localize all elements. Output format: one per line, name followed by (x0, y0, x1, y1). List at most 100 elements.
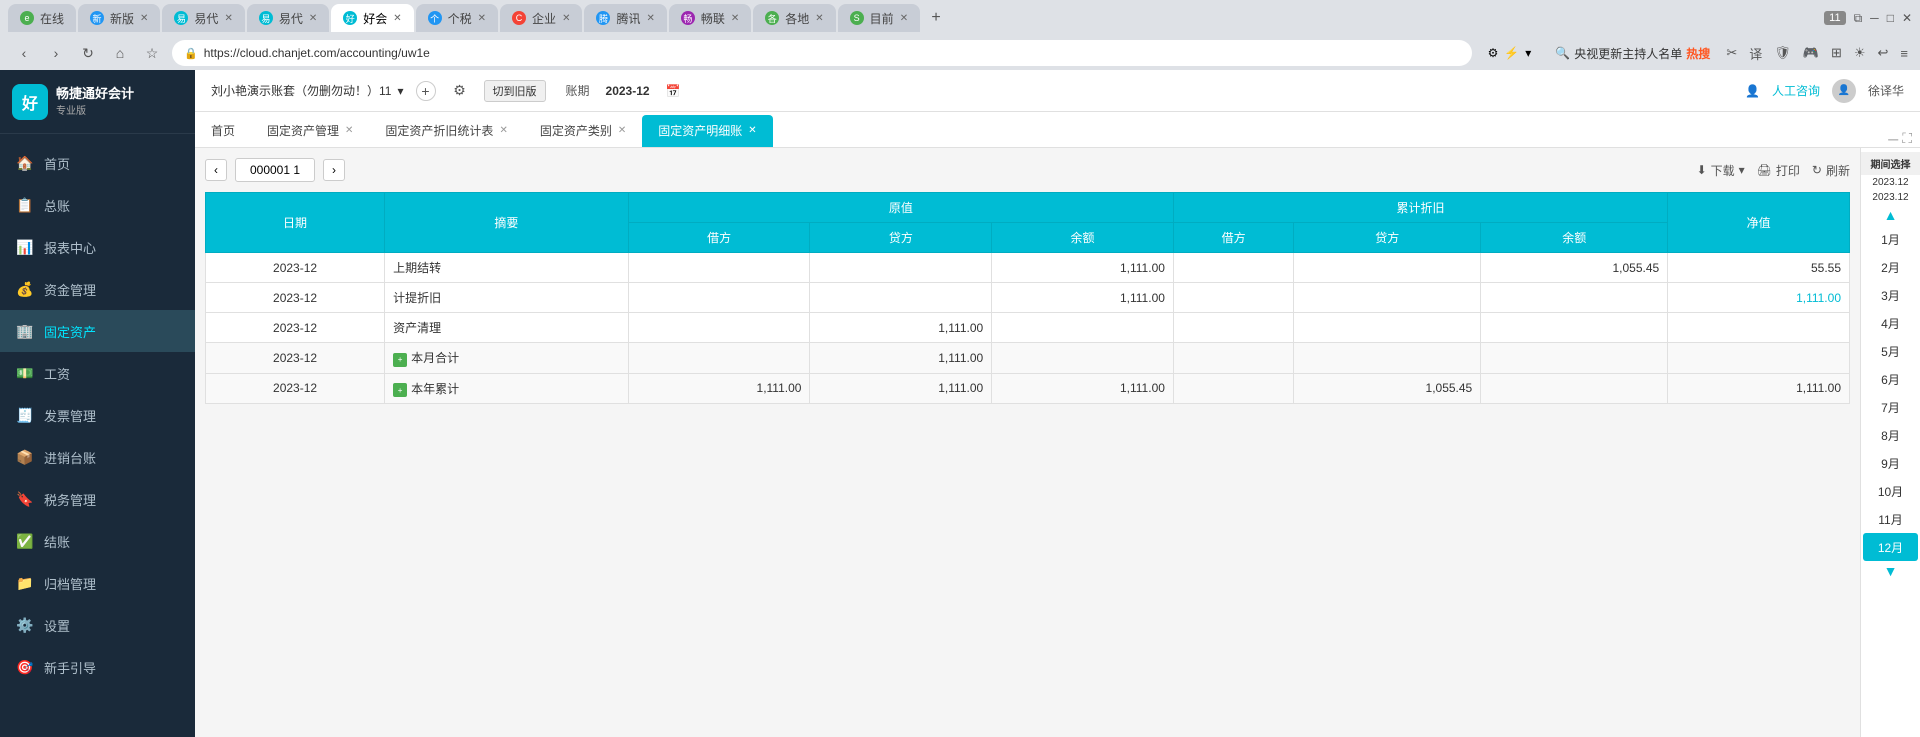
forward-button[interactable]: › (44, 41, 68, 65)
sidebar-item-payroll[interactable]: 💵 工资 (0, 352, 195, 394)
sidebar-item-tax[interactable]: 🔖 税务管理 (0, 478, 195, 520)
tab-home[interactable]: 首页 (195, 115, 251, 147)
period-month-2[interactable]: 2月 (1861, 253, 1920, 281)
tab-close-gedi[interactable]: ✕ (815, 13, 823, 24)
browser-restore-icon[interactable]: ⧉ (1854, 11, 1863, 26)
home-button[interactable]: ⌂ (108, 41, 132, 65)
history-icon[interactable]: ↩ (1878, 45, 1889, 61)
tab-fixed-asset-management[interactable]: 固定资产管理 ✕ (251, 115, 369, 147)
sidebar-item-sales[interactable]: 📦 进销台账 (0, 436, 195, 478)
period-month-3[interactable]: 3月 (1861, 281, 1920, 309)
tab-asset-category[interactable]: 固定资产类别 ✕ (524, 115, 642, 147)
browser-tab-tengxun[interactable]: 腾 腾讯 ✕ (584, 4, 666, 32)
tab-depreciation-stats[interactable]: 固定资产折旧统计表 ✕ (369, 115, 523, 147)
tab-asset-detail-ledger[interactable]: 固定资产明细账 ✕ (642, 115, 772, 147)
tab-asset-detail-ledger-close[interactable]: ✕ (748, 125, 756, 136)
period-month-9[interactable]: 9月 (1861, 449, 1920, 477)
header-right: 👤 人工咨询 👤 徐译华 (1745, 79, 1904, 103)
tab-close-geshui[interactable]: ✕ (478, 13, 486, 24)
browser-tab-online[interactable]: e 在线 (8, 4, 76, 32)
period-month-5[interactable]: 5月 (1861, 337, 1920, 365)
period-scroll-up[interactable]: ▲ (1861, 205, 1920, 225)
period-month-10[interactable]: 10月 (1861, 477, 1920, 505)
period-month-6[interactable]: 6月 (1861, 365, 1920, 393)
reload-button[interactable]: ↻ (76, 41, 100, 65)
brightness-icon[interactable]: ☀ (1854, 45, 1866, 61)
sidebar-item-reports[interactable]: 📊 报表中心 (0, 226, 195, 268)
back-button[interactable]: ‹ (12, 41, 36, 65)
browser-tab-yidai1[interactable]: 易 易代 ✕ (162, 4, 244, 32)
tab-close-new[interactable]: ✕ (140, 13, 148, 24)
add-account-button[interactable]: + (416, 81, 436, 101)
browser-tab-gedi[interactable]: 各 各地 ✕ (753, 4, 835, 32)
customer-service-text[interactable]: 人工咨询 (1772, 82, 1820, 99)
bookmark-button[interactable]: ☆ (140, 41, 164, 65)
translate-icon[interactable]: 译 (1749, 44, 1762, 63)
period-edit-icon[interactable]: 📅 (666, 84, 681, 98)
tab-close-muqian[interactable]: ✕ (900, 13, 908, 24)
settings-small-icon[interactable]: ⚙ (448, 79, 472, 103)
game-icon[interactable]: 🎮 (1803, 45, 1819, 61)
tab-close-qiye[interactable]: ✕ (562, 13, 570, 24)
expand-panel-icon[interactable]: ⛶ (1902, 130, 1912, 147)
sidebar-item-guide[interactable]: 🎯 新手引导 (0, 646, 195, 688)
browser-maximize-icon[interactable]: □ (1887, 11, 1894, 25)
period-month-12[interactable]: 12月 (1863, 533, 1918, 561)
cell-dep-debit (1173, 253, 1293, 283)
period-month-8[interactable]: 8月 (1861, 421, 1920, 449)
dropdown-icon[interactable]: ▾ (1525, 46, 1531, 60)
sidebar-item-home[interactable]: 🏠 首页 (0, 142, 195, 184)
sidebar-item-ledger[interactable]: 📋 总账 (0, 184, 195, 226)
shield-icon[interactable]: 🛡 (1774, 45, 1791, 61)
tab-close-chang[interactable]: ✕ (731, 13, 739, 24)
tab-depreciation-stats-close[interactable]: ✕ (499, 125, 507, 136)
browser-close-icon[interactable]: ✕ (1902, 11, 1912, 25)
browser-tab-qiye[interactable]: C 企业 ✕ (500, 4, 582, 32)
search-area[interactable]: 🔍 央视更新主持人名单 热搜 (1555, 45, 1710, 62)
grid-icon[interactable]: ⊞ (1831, 45, 1842, 61)
prev-page-button[interactable]: ‹ (205, 159, 227, 181)
sidebar-item-fixed-assets[interactable]: 🏢 固定资产 (0, 310, 195, 352)
sidebar-item-close[interactable]: ✅ 结账 (0, 520, 195, 562)
tab-asset-category-close[interactable]: ✕ (618, 125, 626, 136)
minimize-panel-icon[interactable]: ─ (1888, 131, 1898, 147)
period-month-1[interactable]: 1月 (1861, 225, 1920, 253)
browser-tab-geshui[interactable]: 个 个税 ✕ (416, 4, 498, 32)
period-month-11[interactable]: 11月 (1861, 505, 1920, 533)
browser-tab-chang[interactable]: 畅 畅联 ✕ (669, 4, 751, 32)
sidebar-item-funds[interactable]: 💰 资金管理 (0, 268, 195, 310)
tab-close-yidai1[interactable]: ✕ (224, 13, 232, 24)
next-page-button[interactable]: › (323, 159, 345, 181)
new-tab-button[interactable]: + (922, 4, 950, 32)
address-input[interactable]: 🔒 https://cloud.chanjet.com/accounting/u… (172, 40, 1472, 66)
browser-tab-muqian[interactable]: S 目前 ✕ (838, 4, 920, 32)
sidebar-item-invoice[interactable]: 🧾 发票管理 (0, 394, 195, 436)
print-button[interactable]: 🖨 打印 (1757, 162, 1800, 179)
tab-close-yidai2[interactable]: ✕ (309, 13, 317, 24)
menu-icon[interactable]: ≡ (1900, 46, 1908, 61)
tab-close-tengxun[interactable]: ✕ (646, 13, 654, 24)
page-code-input[interactable]: 000001 1 (235, 158, 315, 182)
refresh-button[interactable]: ↻ 刷新 (1812, 162, 1850, 179)
user-info[interactable]: 刘小艳演示账套（勿删勿动！）11 ▾ (211, 82, 404, 99)
user-dropdown-icon[interactable]: ▾ (397, 84, 403, 98)
user-avatar[interactable]: 👤 (1832, 79, 1856, 103)
switch-version-button[interactable]: 切到旧版 (484, 80, 546, 102)
sidebar-logo: 好 畅捷通好会计 专业版 (0, 70, 195, 134)
download-button[interactable]: ⬇ 下载 ▾ (1697, 162, 1745, 179)
browser-tab-new[interactable]: 新 新版 ✕ (78, 4, 160, 32)
scissors-icon[interactable]: ✂ (1726, 45, 1737, 61)
tab-close-haohui[interactable]: ✕ (393, 13, 401, 24)
period-month-4[interactable]: 4月 (1861, 309, 1920, 337)
sidebar-item-archive[interactable]: 📁 归档管理 (0, 562, 195, 604)
period-scroll-down[interactable]: ▼ (1861, 561, 1920, 581)
browser-tab-haohui[interactable]: 好 好会 ✕ (331, 4, 413, 32)
period-month-7[interactable]: 7月 (1861, 393, 1920, 421)
browser-minimize-icon[interactable]: ─ (1870, 11, 1879, 25)
col-header-dep-credit: 贷方 (1294, 223, 1481, 253)
tab-fixed-asset-management-close[interactable]: ✕ (345, 125, 353, 136)
cell-orig-balance (992, 343, 1174, 374)
ledger-table: 日期 摘要 原值 累计折旧 净值 借方 贷方 余额 借方 贷方 余额 (205, 192, 1850, 404)
browser-tab-yidai2[interactable]: 易 易代 ✕ (247, 4, 329, 32)
sidebar-item-settings[interactable]: ⚙️ 设置 (0, 604, 195, 646)
